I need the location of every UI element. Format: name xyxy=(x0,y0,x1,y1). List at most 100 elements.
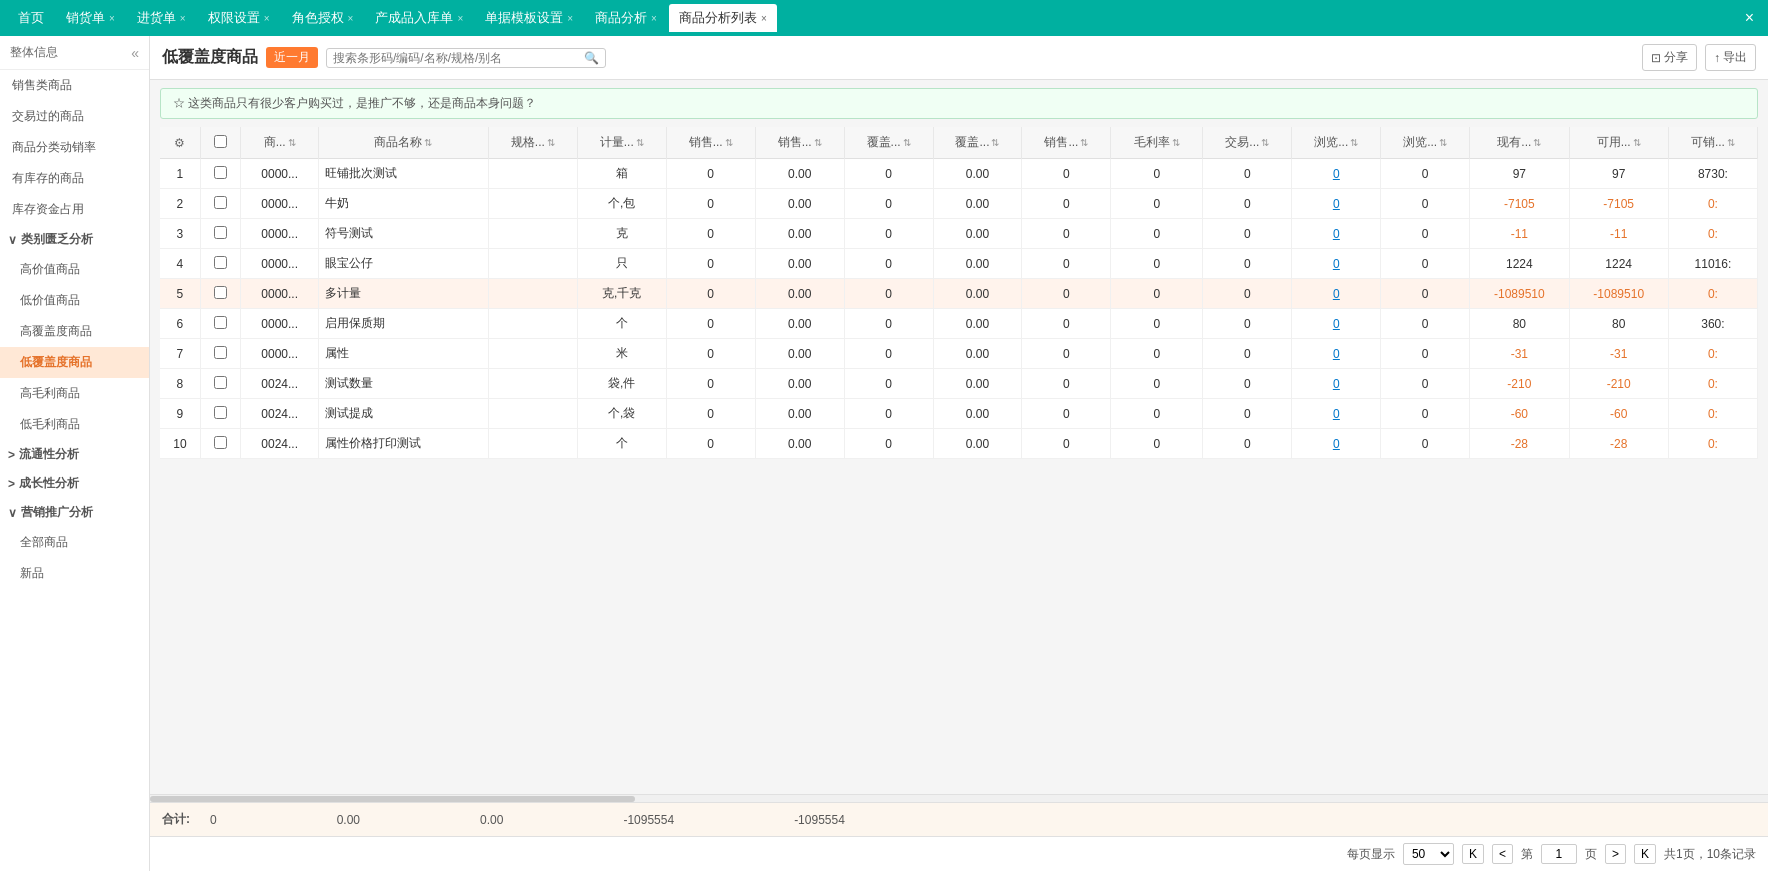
sidebar-item-high-value[interactable]: 高价值商品 xyxy=(0,254,149,285)
nav-tab-permissions[interactable]: 权限设置 × xyxy=(198,4,280,32)
row-checkbox-input[interactable] xyxy=(214,346,227,359)
col-sales-amt[interactable]: 销售...⇅ xyxy=(755,127,844,159)
horizontal-scrollbar[interactable] xyxy=(150,794,1768,802)
row-checkbox[interactable] xyxy=(200,339,241,369)
period-button[interactable]: 近一月 xyxy=(266,47,318,68)
sidebar-item-inventory-capital[interactable]: 库存资金占用 xyxy=(0,194,149,225)
row-checkbox[interactable] xyxy=(200,219,241,249)
sort-icon[interactable]: ⇅ xyxy=(1727,137,1735,148)
sort-icon[interactable]: ⇅ xyxy=(1350,137,1358,148)
row-checkbox[interactable] xyxy=(200,279,241,309)
nav-tab-sales[interactable]: 销货单 × xyxy=(56,4,125,32)
row-checkbox[interactable] xyxy=(200,189,241,219)
row-checkbox-input[interactable] xyxy=(214,196,227,209)
sidebar-item-stocked-products[interactable]: 有库存的商品 xyxy=(0,163,149,194)
sort-icon[interactable]: ⇅ xyxy=(1633,137,1641,148)
page-input[interactable] xyxy=(1541,844,1577,864)
first-page-button[interactable]: K xyxy=(1462,844,1484,864)
row-checkbox-input[interactable] xyxy=(214,316,227,329)
row-browse-a[interactable]: 0 xyxy=(1292,159,1381,189)
col-settings[interactable]: ⚙ xyxy=(160,127,200,159)
select-all-checkbox[interactable] xyxy=(214,135,227,148)
nav-tab-templates[interactable]: 单据模板设置 × xyxy=(475,4,583,32)
col-cover-b[interactable]: 覆盖...⇅ xyxy=(933,127,1022,159)
sort-icon[interactable]: ⇅ xyxy=(1533,137,1541,148)
col-gross-rate[interactable]: 毛利率⇅ xyxy=(1111,127,1203,159)
sidebar-collapse-button[interactable]: « xyxy=(131,45,139,61)
row-browse-a[interactable]: 0 xyxy=(1292,279,1381,309)
sidebar-item-new-products[interactable]: 新品 xyxy=(0,558,149,589)
row-browse-a[interactable]: 0 xyxy=(1292,249,1381,279)
sidebar-item-all-products[interactable]: 全部商品 xyxy=(0,527,149,558)
last-page-button[interactable]: K xyxy=(1634,844,1656,864)
row-browse-a[interactable]: 0 xyxy=(1292,189,1381,219)
sort-icon[interactable]: ⇅ xyxy=(288,137,296,148)
sort-icon[interactable]: ⇅ xyxy=(547,137,555,148)
row-checkbox-input[interactable] xyxy=(214,436,227,449)
sidebar-group-category-analysis[interactable]: ∨ 类别匮乏分析 xyxy=(0,225,149,254)
sidebar-item-low-coverage[interactable]: 低覆盖度商品 xyxy=(0,347,149,378)
sidebar-group-growth-analysis[interactable]: > 成长性分析 xyxy=(0,469,149,498)
col-checkbox[interactable] xyxy=(200,127,241,159)
col-name[interactable]: 商品名称⇅ xyxy=(318,127,488,159)
row-checkbox[interactable] xyxy=(200,369,241,399)
row-checkbox[interactable] xyxy=(200,159,241,189)
nav-tab-purchase[interactable]: 进货单 × xyxy=(127,4,196,32)
sort-icon[interactable]: ⇅ xyxy=(1439,137,1447,148)
close-icon[interactable]: × xyxy=(457,13,463,24)
sidebar-item-category-rate[interactable]: 商品分类动销率 xyxy=(0,132,149,163)
sort-icon[interactable]: ⇅ xyxy=(1172,137,1180,148)
close-icon[interactable]: × xyxy=(651,13,657,24)
row-browse-a[interactable]: 0 xyxy=(1292,339,1381,369)
row-checkbox[interactable] xyxy=(200,249,241,279)
col-spec[interactable]: 规格...⇅ xyxy=(488,127,577,159)
row-checkbox-input[interactable] xyxy=(214,406,227,419)
sidebar-group-flow-analysis[interactable]: > 流通性分析 xyxy=(0,440,149,469)
sidebar-item-low-margin[interactable]: 低毛利商品 xyxy=(0,409,149,440)
col-browse-b[interactable]: 浏览...⇅ xyxy=(1381,127,1470,159)
col-sales-c[interactable]: 销售...⇅ xyxy=(1022,127,1111,159)
col-sales-qty[interactable]: 销售...⇅ xyxy=(666,127,755,159)
nav-tab-analysis[interactable]: 商品分析 × xyxy=(585,4,667,32)
share-button[interactable]: ⊡ 分享 xyxy=(1642,44,1697,71)
col-avail[interactable]: 可用...⇅ xyxy=(1569,127,1668,159)
sort-icon[interactable]: ⇅ xyxy=(991,137,999,148)
col-unit[interactable]: 计量...⇅ xyxy=(577,127,666,159)
export-button[interactable]: ↑ 导出 xyxy=(1705,44,1756,71)
search-input[interactable] xyxy=(333,51,580,65)
nav-tab-roles[interactable]: 角色授权 × xyxy=(282,4,364,32)
close-icon[interactable]: × xyxy=(264,13,270,24)
data-table-wrapper[interactable]: ⚙ 商...⇅ 商品名称⇅ 规格...⇅ 计量...⇅ 销售...⇅ 销售...… xyxy=(150,127,1768,794)
sort-icon[interactable]: ⇅ xyxy=(903,137,911,148)
row-checkbox[interactable] xyxy=(200,309,241,339)
sidebar-item-sales-products[interactable]: 销售类商品 xyxy=(0,70,149,101)
sort-icon[interactable]: ⇅ xyxy=(424,137,432,148)
close-icon[interactable]: × xyxy=(348,13,354,24)
search-icon[interactable]: 🔍 xyxy=(584,51,599,65)
close-icon[interactable]: × xyxy=(109,13,115,24)
row-browse-a[interactable]: 0 xyxy=(1292,369,1381,399)
close-icon[interactable]: × xyxy=(761,13,767,24)
sidebar-group-marketing-analysis[interactable]: ∨ 营销推广分析 xyxy=(0,498,149,527)
prev-page-button[interactable]: < xyxy=(1492,844,1513,864)
sidebar-item-high-coverage[interactable]: 高覆盖度商品 xyxy=(0,316,149,347)
row-checkbox-input[interactable] xyxy=(214,286,227,299)
sidebar-item-high-margin[interactable]: 高毛利商品 xyxy=(0,378,149,409)
col-current[interactable]: 现有...⇅ xyxy=(1470,127,1569,159)
sidebar-item-traded-products[interactable]: 交易过的商品 xyxy=(0,101,149,132)
col-cover-a[interactable]: 覆盖...⇅ xyxy=(844,127,933,159)
nav-tab-inbound[interactable]: 产成品入库单 × xyxy=(365,4,473,32)
row-checkbox-input[interactable] xyxy=(214,226,227,239)
row-browse-a[interactable]: 0 xyxy=(1292,309,1381,339)
nav-tab-analysis-list[interactable]: 商品分析列表 × xyxy=(669,4,777,32)
sort-icon[interactable]: ⇅ xyxy=(1080,137,1088,148)
nav-tab-home[interactable]: 首页 xyxy=(8,4,54,32)
sort-icon[interactable]: ⇅ xyxy=(636,137,644,148)
row-browse-a[interactable]: 0 xyxy=(1292,219,1381,249)
row-checkbox-input[interactable] xyxy=(214,256,227,269)
close-all-button[interactable]: × xyxy=(1739,9,1760,27)
col-code[interactable]: 商...⇅ xyxy=(241,127,319,159)
row-checkbox[interactable] xyxy=(200,399,241,429)
sort-icon[interactable]: ⇅ xyxy=(814,137,822,148)
col-saleable[interactable]: 可销...⇅ xyxy=(1668,127,1757,159)
